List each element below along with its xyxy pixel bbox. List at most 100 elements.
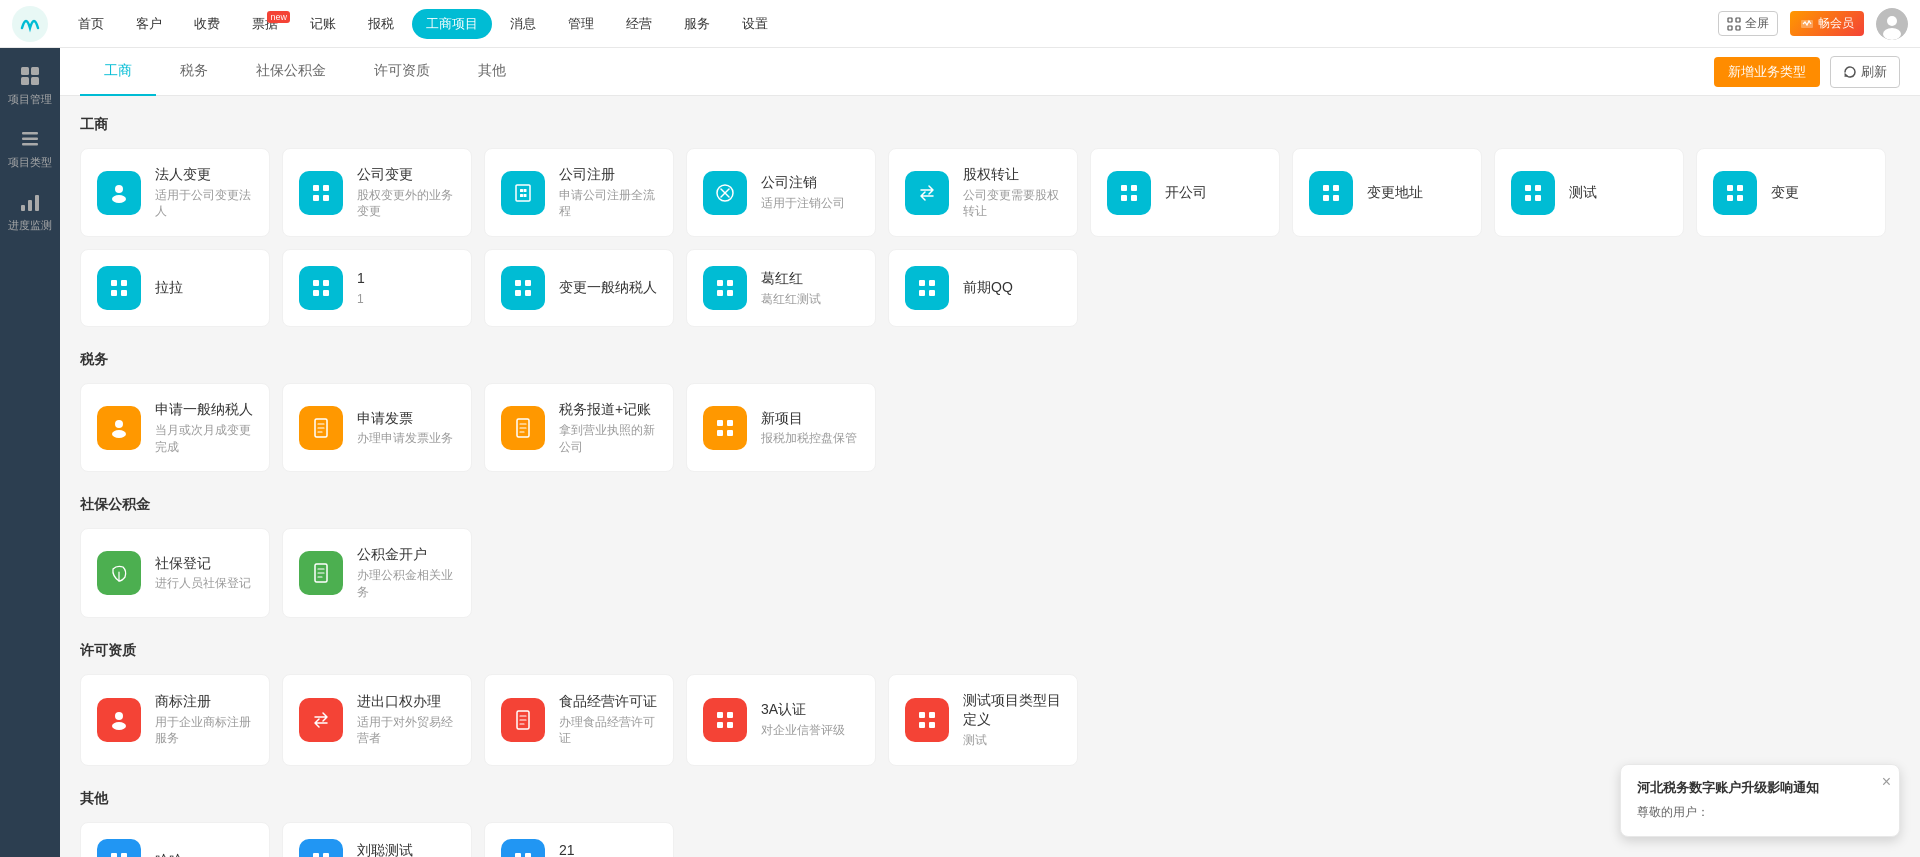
svg-rect-23 bbox=[313, 195, 319, 201]
card-葛红红[interactable]: 葛红红葛红红测试 bbox=[686, 249, 876, 327]
vip-button[interactable]: 畅会员 bbox=[1790, 11, 1864, 36]
nav-item-消息[interactable]: 消息 bbox=[496, 9, 550, 39]
card-进出口权办理[interactable]: 进出口权办理适用于对外贸易经营者 bbox=[282, 674, 472, 766]
card-股权转让[interactable]: 股权转让公司变更需要股权转让 bbox=[888, 148, 1078, 237]
sub-nav-tab-社保公积金[interactable]: 社保公积金 bbox=[232, 48, 350, 96]
refresh-button[interactable]: 刷新 bbox=[1830, 56, 1900, 88]
card-name-申请发票: 申请发票 bbox=[357, 409, 455, 429]
card-name-测试: 测试 bbox=[1569, 183, 1667, 203]
card-测试项目类型目定义[interactable]: 测试项目类型目定义测试 bbox=[888, 674, 1078, 766]
card-公司变更[interactable]: 公司变更股权变更外的业务变更 bbox=[282, 148, 472, 237]
card-grid-社保公积金: 社保登记进行人员社保登记公积金开户办理公积金相关业务 bbox=[80, 528, 1900, 617]
svg-rect-39 bbox=[1323, 195, 1329, 201]
card-商标注册[interactable]: 商标注册用于企业商标注册服务 bbox=[80, 674, 270, 766]
sidebar-item-项目管理[interactable]: 项目管理 bbox=[4, 56, 56, 115]
card-新项目[interactable]: 新项目报税加税控盘保管 bbox=[686, 383, 876, 472]
sub-nav-tab-许可资质[interactable]: 许可资质 bbox=[350, 48, 454, 96]
svg-rect-62 bbox=[727, 280, 733, 286]
nav-item-首页[interactable]: 首页 bbox=[64, 9, 118, 39]
card-测试[interactable]: 测试 bbox=[1494, 148, 1684, 237]
card-公积金开户[interactable]: 公积金开户办理公积金相关业务 bbox=[282, 528, 472, 617]
card-申请发票[interactable]: 申请发票办理申请发票业务 bbox=[282, 383, 472, 472]
card-21[interactable]: 211 bbox=[484, 822, 674, 857]
card-变更一般纳税人[interactable]: 变更一般纳税人 bbox=[484, 249, 674, 327]
card-icon-进出口权办理 bbox=[299, 698, 343, 742]
add-type-button[interactable]: 新增业务类型 bbox=[1714, 57, 1820, 87]
sub-nav: 工商税务社保公积金许可资质其他 新增业务类型 刷新 bbox=[60, 48, 1920, 96]
card-3A认证[interactable]: 3A认证对企业信誉评级 bbox=[686, 674, 876, 766]
svg-rect-12 bbox=[31, 77, 39, 85]
svg-rect-52 bbox=[121, 290, 127, 296]
svg-rect-79 bbox=[717, 420, 723, 426]
fullscreen-label: 全屏 bbox=[1745, 15, 1769, 32]
card-desc-法人变更: 适用于公司变更法人 bbox=[155, 187, 253, 221]
nav-item-服务[interactable]: 服务 bbox=[670, 9, 724, 39]
nav-item-工商项目[interactable]: 工商项目 bbox=[412, 9, 492, 39]
card-name-公司变更: 公司变更 bbox=[357, 165, 455, 185]
nav-item-票据[interactable]: 票据new bbox=[238, 9, 292, 39]
section-社保公积金: 社保公积金社保登记进行人员社保登记公积金开户办理公积金相关业务 bbox=[80, 496, 1900, 617]
card-info-哈哈: 哈哈 bbox=[155, 851, 253, 857]
notification-close-button[interactable]: × bbox=[1882, 773, 1891, 791]
svg-rect-4 bbox=[1736, 26, 1740, 30]
refresh-icon bbox=[1843, 65, 1857, 79]
nav-item-管理[interactable]: 管理 bbox=[554, 9, 608, 39]
svg-point-69 bbox=[115, 420, 123, 428]
svg-rect-1 bbox=[1728, 18, 1732, 22]
card-icon-法人变更 bbox=[97, 171, 141, 215]
card-前期QQ[interactable]: 前期QQ bbox=[888, 249, 1078, 327]
sub-nav-tab-工商[interactable]: 工商 bbox=[80, 48, 156, 96]
avatar[interactable] bbox=[1876, 8, 1908, 40]
nav-item-收费[interactable]: 收费 bbox=[180, 9, 234, 39]
card-变更[interactable]: 变更 bbox=[1696, 148, 1886, 237]
vip-icon bbox=[1800, 17, 1814, 31]
sub-nav-tab-其他[interactable]: 其他 bbox=[454, 48, 530, 96]
section-title-工商: 工商 bbox=[80, 116, 1900, 134]
notification-content: 尊敬的用户： bbox=[1637, 803, 1883, 822]
card-info-3A认证: 3A认证对企业信誉评级 bbox=[761, 700, 859, 738]
svg-rect-21 bbox=[313, 185, 319, 191]
card-刘聪测试[interactable]: 刘聪测试测试 bbox=[282, 822, 472, 857]
nav-item-记账[interactable]: 记账 bbox=[296, 9, 350, 39]
card-拉拉[interactable]: 拉拉 bbox=[80, 249, 270, 327]
card-食品经营许可证[interactable]: 食品经营许可证办理食品经营许可证 bbox=[484, 674, 674, 766]
card-社保登记[interactable]: 社保登记进行人员社保登记 bbox=[80, 528, 270, 617]
fullscreen-button[interactable]: 全屏 bbox=[1718, 11, 1778, 36]
svg-rect-22 bbox=[323, 185, 329, 191]
card-税务报道+记账[interactable]: 税务报道+记账拿到营业执照的新公司 bbox=[484, 383, 674, 472]
card-info-葛红红: 葛红红葛红红测试 bbox=[761, 269, 859, 307]
card-desc-公司注销: 适用于注销公司 bbox=[761, 195, 859, 212]
card-公司注册[interactable]: 公司注册申请公司注册全流程 bbox=[484, 148, 674, 237]
card-1[interactable]: 11 bbox=[282, 249, 472, 327]
card-公司注销[interactable]: 公司注销适用于注销公司 bbox=[686, 148, 876, 237]
sidebar-item-进度监测[interactable]: 进度监测 bbox=[4, 182, 56, 241]
card-info-进出口权办理: 进出口权办理适用于对外贸易经营者 bbox=[357, 692, 455, 747]
content-area: 工商税务社保公积金许可资质其他 新增业务类型 刷新 工商法人变更适用于公司变更法… bbox=[60, 48, 1920, 857]
svg-rect-107 bbox=[323, 853, 329, 857]
card-icon-拉拉 bbox=[97, 266, 141, 310]
card-哈哈[interactable]: 哈哈 bbox=[80, 822, 270, 857]
svg-rect-43 bbox=[1525, 195, 1531, 201]
nav-item-客户[interactable]: 客户 bbox=[122, 9, 176, 39]
notification-title: 河北税务数字账户升级影响通知 bbox=[1637, 779, 1883, 797]
card-info-1: 11 bbox=[357, 269, 455, 307]
nav-item-经营[interactable]: 经营 bbox=[612, 9, 666, 39]
card-法人变更[interactable]: 法人变更适用于公司变更法人 bbox=[80, 148, 270, 237]
nav-item-报税[interactable]: 报税 bbox=[354, 9, 408, 39]
card-name-申请一般纳税人: 申请一般纳税人 bbox=[155, 400, 253, 420]
sidebar-item-项目类型[interactable]: 项目类型 bbox=[4, 119, 56, 178]
sidebar-icon-项目类型 bbox=[18, 127, 42, 151]
card-name-开公司: 开公司 bbox=[1165, 183, 1263, 203]
svg-rect-3 bbox=[1728, 26, 1732, 30]
nav-item-设置[interactable]: 设置 bbox=[728, 9, 782, 39]
app-logo[interactable] bbox=[12, 6, 48, 42]
svg-rect-48 bbox=[1737, 195, 1743, 201]
card-name-测试项目类型目定义: 测试项目类型目定义 bbox=[963, 691, 1061, 730]
card-info-社保登记: 社保登记进行人员社保登记 bbox=[155, 554, 253, 592]
card-变更地址[interactable]: 变更地址 bbox=[1292, 148, 1482, 237]
card-name-变更地址: 变更地址 bbox=[1367, 183, 1465, 203]
sub-nav-tab-税务[interactable]: 税务 bbox=[156, 48, 232, 96]
card-申请一般纳税人[interactable]: 申请一般纳税人当月或次月成变更完成 bbox=[80, 383, 270, 472]
svg-rect-100 bbox=[919, 722, 925, 728]
card-开公司[interactable]: 开公司 bbox=[1090, 148, 1280, 237]
